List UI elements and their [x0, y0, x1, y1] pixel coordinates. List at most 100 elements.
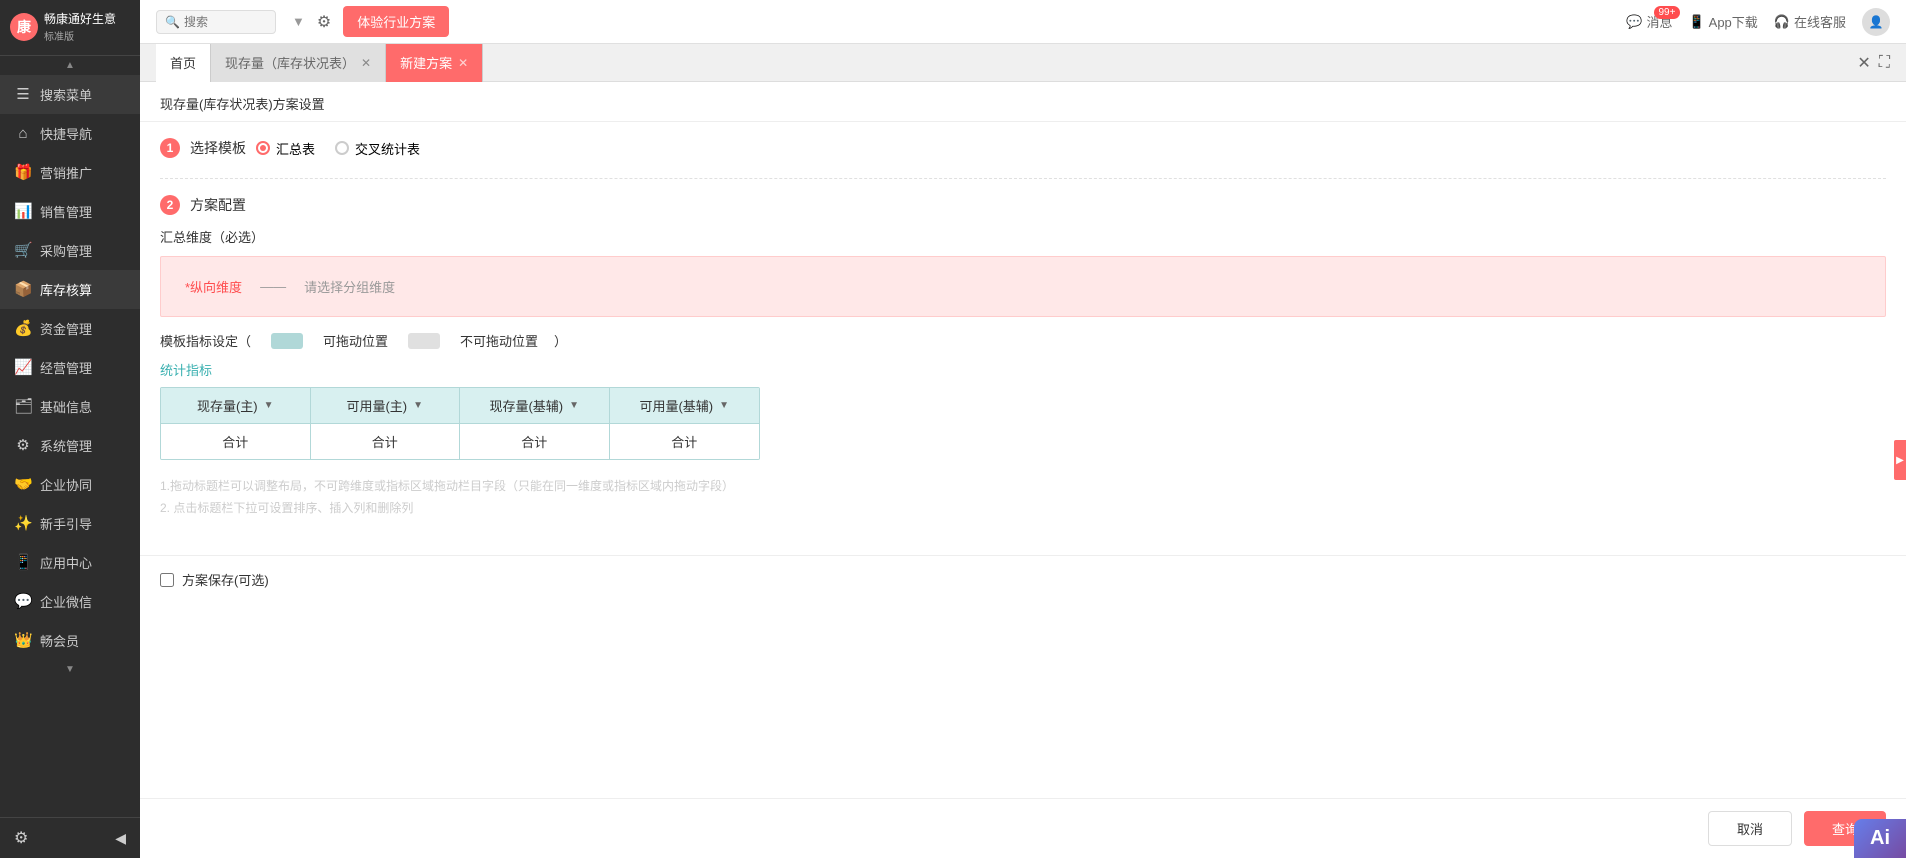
tab-new-plan-close-icon[interactable]: ✕ [458, 56, 468, 70]
sidebar-item-operations[interactable]: 📈 经营管理 [0, 348, 140, 387]
content-area: 现存量(库存状况表)方案设置 1 选择模板 汇总表 交叉统计表 [140, 82, 1906, 798]
sidebar-item-finance[interactable]: 💰 资金管理 [0, 309, 140, 348]
sidebar-item-marketing[interactable]: 🎁 营销推广 [0, 153, 140, 192]
online-service-btn[interactable]: 🎧 在线客服 [1774, 12, 1846, 31]
stats-cell-0-0: 合计 [161, 423, 311, 459]
tip-item-0: 1.拖动标题栏可以调整布局，不可跨维度或指标区域拖动栏目字段（只能在同一维度或指… [160, 476, 1886, 498]
col1-chevron-icon[interactable]: ▼ [413, 400, 423, 411]
dimension-required: *纵向维度 [185, 277, 242, 296]
tab-home[interactable]: 首页 [156, 44, 211, 82]
step2-badge: 2 [160, 195, 180, 215]
sidebar-item-label: 系统管理 [40, 436, 92, 455]
sidebar-item-label: 企业协同 [40, 475, 92, 494]
step2-section: 2 方案配置 汇总维度（必选） *纵向维度 —— 请选择分组维度 模板指标设定（… [160, 195, 1886, 519]
sidebar-item-app-center[interactable]: 📱 应用中心 [0, 543, 140, 582]
app-download-btn[interactable]: 📱 App下载 [1688, 12, 1757, 31]
step1-section: 1 选择模板 汇总表 交叉统计表 [160, 138, 1886, 158]
right-toggle[interactable]: ▶ [1894, 440, 1906, 480]
stats-col-1[interactable]: 可用量(主) ▼ [311, 388, 461, 423]
tab-inventory-status[interactable]: 现存量（库存状况表） ✕ [211, 44, 386, 82]
search-menu-icon: ☰ [14, 85, 32, 103]
tips-area: 1.拖动标题栏可以调整布局，不可跨维度或指标区域拖动栏目字段（只能在同一维度或指… [160, 476, 1886, 519]
sidebar-item-search-menu[interactable]: ☰ 搜索菜单 [0, 75, 140, 114]
stats-cell-0-2: 合计 [460, 423, 610, 459]
stats-col-0[interactable]: 现存量(主) ▼ [161, 388, 311, 423]
user-avatar[interactable]: 👤 [1862, 8, 1890, 36]
collapse-icon[interactable]: ◀ [115, 830, 126, 847]
enterprise-icon: 🤝 [14, 475, 32, 493]
drag-label: 可拖动位置 [323, 331, 388, 350]
sidebar-item-quick-nav[interactable]: ⌂ 快捷导航 [0, 114, 140, 153]
sidebar-item-wechat[interactable]: 💬 企业微信 [0, 582, 140, 621]
message-badge: 99+ [1654, 6, 1681, 19]
phone-icon: 📱 [1688, 14, 1704, 30]
sidebar-item-enterprise[interactable]: 🤝 企业协同 [0, 465, 140, 504]
no-drag-label: 不可拖动位置 [460, 331, 538, 350]
sidebar-item-label: 库存核算 [40, 280, 92, 299]
stats-data-row-0: 合计 合计 合计 合计 [161, 423, 759, 459]
sidebar-bottom: ⚙ ◀ [0, 817, 140, 858]
dimension-label: 汇总维度（必选） [160, 227, 1886, 246]
radio-summary-label: 汇总表 [276, 139, 315, 158]
logo-icon: 康 [10, 13, 38, 41]
finance-icon: 💰 [14, 319, 32, 337]
tab-new-plan[interactable]: 新建方案 ✕ [386, 44, 483, 82]
sidebar-item-new-guide[interactable]: ✨ 新手引导 [0, 504, 140, 543]
form-area: 1 选择模板 汇总表 交叉统计表 [140, 122, 1906, 555]
step1-title: 选择模板 [190, 138, 246, 158]
sidebar-item-system[interactable]: ⚙ 系统管理 [0, 426, 140, 465]
radio-summary[interactable]: 汇总表 [256, 139, 315, 158]
tab-new-plan-label: 新建方案 [400, 53, 452, 72]
drag-badge [271, 333, 303, 349]
stats-col-3[interactable]: 可用量(基辅) ▼ [610, 388, 760, 423]
topbar-search-box[interactable]: 🔍 [156, 10, 276, 34]
indicator-setting-suffix: ） [554, 331, 567, 350]
sidebar-scroll-down[interactable]: ▼ [0, 660, 140, 679]
avatar-icon: 👤 [1869, 15, 1884, 29]
stats-col-2[interactable]: 现存量(基辅) ▼ [460, 388, 610, 423]
sidebar-item-label: 企业微信 [40, 592, 92, 611]
sidebar-item-purchase[interactable]: 🛒 采购管理 [0, 231, 140, 270]
no-drag-badge [408, 333, 440, 349]
step2-header: 2 方案配置 [160, 195, 1886, 215]
message-icon: 💬 [1626, 14, 1642, 30]
radio-summary-circle [256, 141, 270, 155]
stats-table: 现存量(主) ▼ 可用量(主) ▼ 现存量(基辅) ▼ [160, 387, 760, 460]
message-btn[interactable]: 💬 消息 99+ [1626, 12, 1672, 31]
trial-btn[interactable]: 体验行业方案 [343, 6, 449, 37]
sidebar-item-member[interactable]: 👑 畅会员 [0, 621, 140, 660]
wechat-icon: 💬 [14, 592, 32, 610]
sidebar-item-sales[interactable]: 📊 销售管理 [0, 192, 140, 231]
tab-close-btn[interactable]: ✕ [1857, 53, 1870, 73]
template-radio-group: 汇总表 交叉统计表 [256, 139, 420, 158]
sidebar-scroll-up[interactable]: ▲ [0, 56, 140, 75]
dimension-placeholder[interactable]: 请选择分组维度 [304, 277, 395, 296]
sidebar-item-inventory[interactable]: 📦 库存核算 [0, 270, 140, 309]
stats-section: 统计指标 现存量(主) ▼ 可用量(主) ▼ [160, 360, 1886, 460]
operations-icon: 📈 [14, 358, 32, 376]
search-input[interactable] [184, 15, 264, 29]
tab-inventory-close-icon[interactable]: ✕ [361, 56, 371, 70]
col2-chevron-icon[interactable]: ▼ [569, 400, 579, 411]
radio-cross-label: 交叉统计表 [355, 139, 420, 158]
topbar-gear-icon[interactable]: ⚙ [317, 12, 331, 32]
tip-item-1: 2. 点击标题栏下拉可设置排序、插入列和删除列 [160, 498, 1886, 520]
dimension-arrow: —— [260, 279, 286, 294]
save-checkbox[interactable] [160, 573, 174, 587]
right-toggle-icon: ▶ [1896, 455, 1904, 466]
sidebar-item-basic-info[interactable]: 🗂 基础信息 [0, 387, 140, 426]
radio-cross[interactable]: 交叉统计表 [335, 139, 420, 158]
col2-label: 现存量(基辅) [489, 396, 563, 415]
col3-chevron-icon[interactable]: ▼ [719, 400, 729, 411]
tab-expand-btn[interactable]: ⛶ [1879, 53, 1890, 73]
tabbar: 首页 现存量（库存状况表） ✕ 新建方案 ✕ ✕ ⛶ [140, 44, 1906, 82]
tabbar-controls: ✕ ⛶ [1857, 53, 1890, 73]
ai-badge[interactable]: Ai [1854, 819, 1906, 858]
col0-chevron-icon[interactable]: ▼ [264, 400, 274, 411]
topbar-right: 💬 消息 99+ 📱 App下载 🎧 在线客服 👤 [1626, 8, 1890, 36]
sales-icon: 📊 [14, 202, 32, 220]
cancel-button[interactable]: 取消 [1708, 811, 1792, 846]
search-chevron-icon[interactable]: ▼ [292, 14, 305, 29]
member-icon: 👑 [14, 631, 32, 649]
settings-icon[interactable]: ⚙ [14, 828, 28, 848]
